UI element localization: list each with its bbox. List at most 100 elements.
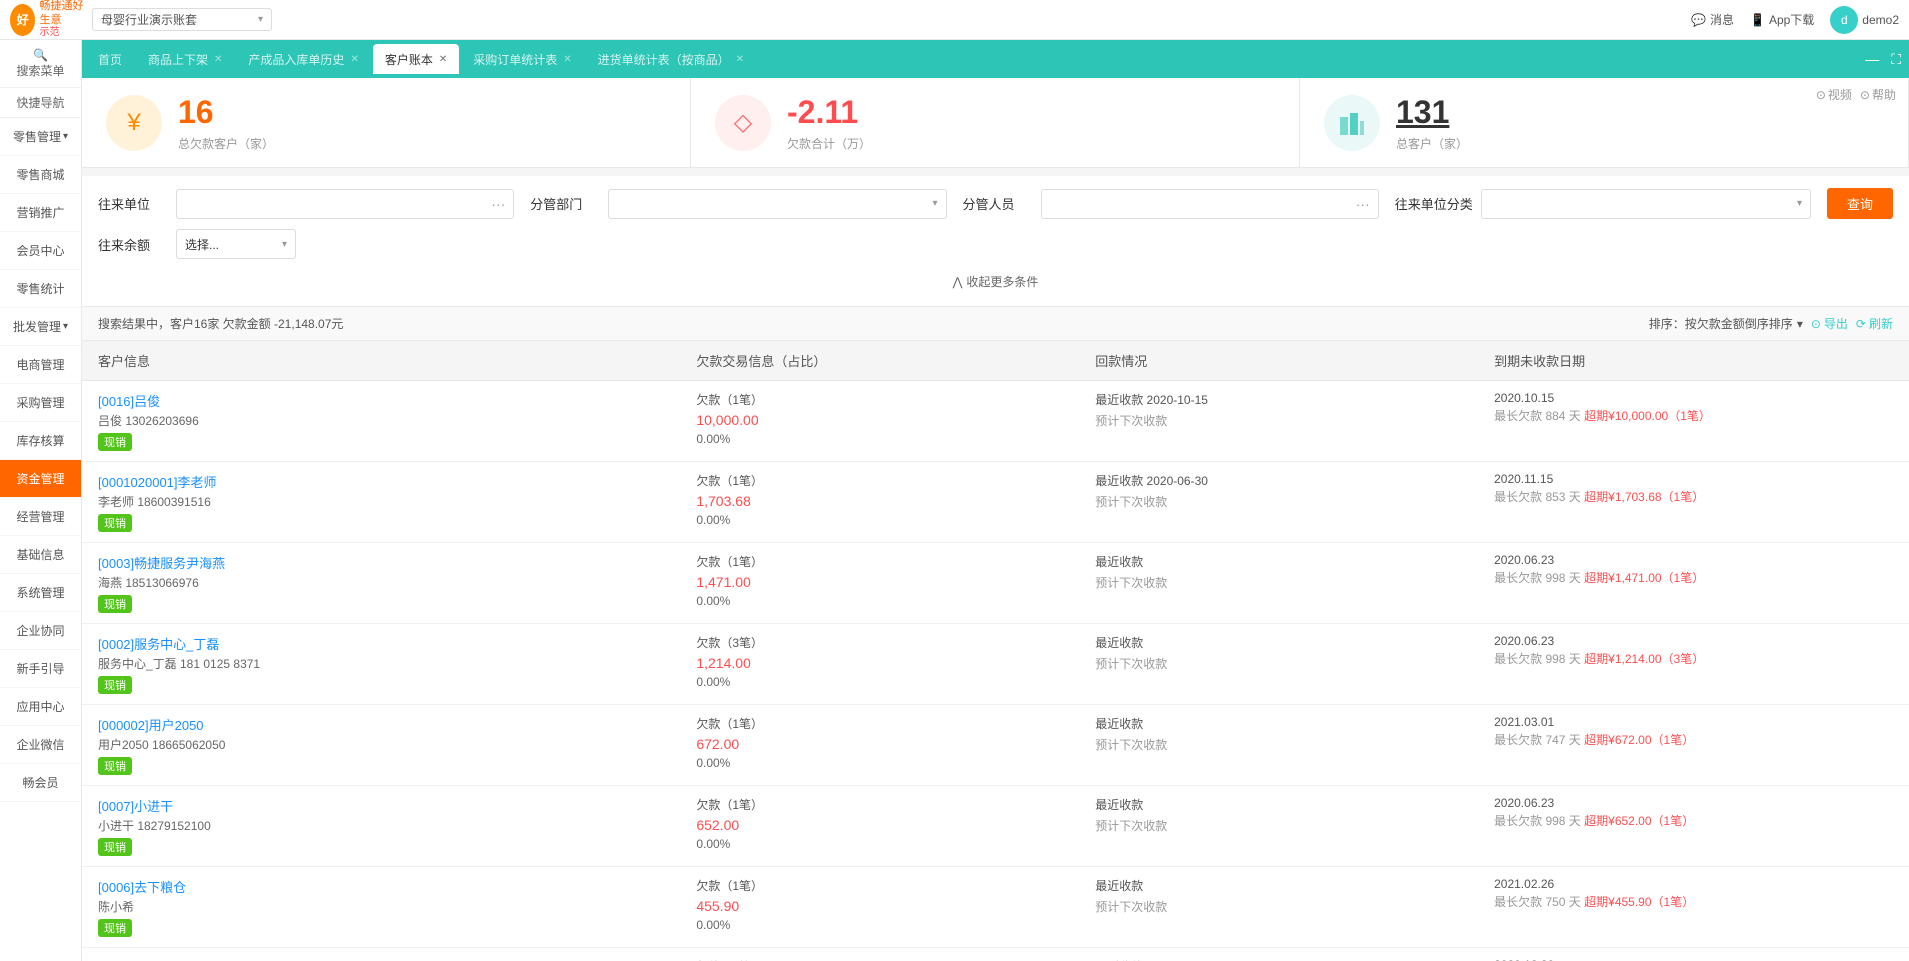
message-button[interactable]: 💬 消息 bbox=[1691, 11, 1734, 28]
sidebar-item-purchase[interactable]: 采购管理 bbox=[0, 384, 81, 422]
help-icon[interactable]: ⊙ 帮助 bbox=[1860, 86, 1896, 103]
filter-row-2: 往来余额 选择... ▾ bbox=[98, 229, 1893, 259]
total-customers-icon bbox=[1324, 95, 1380, 151]
sidebar-item-marketing[interactable]: 营销推广 bbox=[0, 194, 81, 232]
close-icon[interactable]: ✕ bbox=[439, 54, 447, 65]
filter-balance: 往来余额 选择... ▾ bbox=[98, 229, 1893, 259]
sidebar-item-basic-info[interactable]: 基础信息 bbox=[0, 536, 81, 574]
dept-select[interactable]: ▾ bbox=[608, 189, 946, 219]
sidebar-item-wholesale-mgmt[interactable]: 批发管理 ▾ bbox=[0, 308, 81, 346]
close-icon[interactable]: ✕ bbox=[350, 54, 358, 65]
search-button[interactable]: 查询 bbox=[1827, 188, 1893, 219]
balance-label: 往来余额 bbox=[98, 235, 168, 254]
table-row: [000002]用户2050 用户2050 18665062050 现销 欠款（… bbox=[82, 705, 1909, 786]
overdue-amount-link[interactable]: 超期¥652.00（1笔） bbox=[1584, 814, 1694, 828]
company-selector[interactable]: 母婴行业演示账套 ▾ bbox=[92, 8, 272, 31]
overdue-amount-link[interactable]: 超期¥1,471.00（1笔） bbox=[1584, 571, 1704, 585]
customer-name-link[interactable]: [0006]去下粮仓 bbox=[98, 880, 186, 895]
sidebar-item-retail-mall[interactable]: 零售商城 bbox=[0, 156, 81, 194]
stats-section: ¥ 16 总欠款客户（家） ◇ -2.11 欠款合计（万） bbox=[82, 78, 1909, 168]
app-logo: 好 bbox=[10, 4, 35, 36]
from-unit-input[interactable]: ··· bbox=[176, 189, 514, 219]
debt-percent: 0.00% bbox=[696, 432, 1095, 446]
refresh-button[interactable]: ⟳ 刷新 bbox=[1856, 315, 1893, 332]
chevron-down-icon-5: ▾ bbox=[1797, 317, 1803, 331]
tab-customer-account[interactable]: 客户账本 ✕ bbox=[373, 44, 459, 74]
export-button[interactable]: ⊙ 导出 bbox=[1811, 315, 1848, 332]
debt-info-cell: 欠款（1笔） 1,703.68 0.00% bbox=[696, 472, 1095, 527]
tab-product-history[interactable]: 产成品入库单历史 ✕ bbox=[236, 44, 370, 74]
tab-purchase-product-stats[interactable]: 进货单统计表（按商品） ✕ bbox=[586, 44, 756, 74]
customer-name-link[interactable]: [0003]畅捷服务尹海燕 bbox=[98, 556, 225, 571]
filter-section: 往来单位 ··· 分管部门 ▾ 分管人员 bbox=[82, 176, 1909, 307]
customer-name-link[interactable]: [000002]用户2050 bbox=[98, 718, 204, 733]
collapse-button[interactable]: ⋀ 收起更多条件 bbox=[953, 273, 1039, 290]
latest-collection: 最近收款 2020-06-30 bbox=[1095, 472, 1494, 489]
balance-select[interactable]: 选择... ▾ bbox=[176, 229, 296, 259]
video-help-icon[interactable]: ⊙ 视频 bbox=[1816, 86, 1852, 103]
sidebar-item-ecom[interactable]: 电商管理 bbox=[0, 346, 81, 384]
chevron-down-icon-2: ▾ bbox=[63, 321, 68, 332]
filter-row-1: 往来单位 ··· 分管部门 ▾ 分管人员 bbox=[98, 188, 1893, 219]
debt-count: 欠款（1笔） bbox=[696, 796, 1095, 813]
sidebar-search[interactable]: 🔍 搜索菜单 bbox=[0, 40, 81, 88]
sidebar-item-retail-stats[interactable]: 零售统计 bbox=[0, 270, 81, 308]
overdue-amount-link[interactable]: 超期¥1,214.00（3笔） bbox=[1584, 652, 1704, 666]
tab-fullscreen-icon[interactable]: ⛶ bbox=[1887, 49, 1905, 70]
filter-unit-type: 往来单位分类 ▾ bbox=[1395, 189, 1811, 219]
close-icon[interactable]: ✕ bbox=[214, 54, 222, 65]
sidebar-item-operations[interactable]: 经营管理 bbox=[0, 498, 81, 536]
latest-collection: 最近收款 bbox=[1095, 553, 1494, 570]
user-menu[interactable]: d demo2 bbox=[1830, 6, 1899, 34]
refresh-icon: ⟳ bbox=[1856, 317, 1866, 331]
customer-name-link[interactable]: [0016]吕俊 bbox=[98, 394, 160, 409]
stat-card-total-customers: 131 总客户（家） ⊙ 视频 ⊙ 帮助 bbox=[1300, 78, 1909, 167]
sidebar-quick-nav[interactable]: 快捷导航 bbox=[0, 88, 81, 118]
overdue-amount-link[interactable]: 超期¥672.00（1笔） bbox=[1584, 733, 1694, 747]
tab-home[interactable]: 首页 bbox=[86, 44, 134, 74]
latest-collection: 最近收款 2020-10-15 bbox=[1095, 391, 1494, 408]
chevron-down-icon-4: ▾ bbox=[282, 239, 287, 250]
close-icon[interactable]: ✕ bbox=[736, 54, 744, 65]
header-right: 💬 消息 📱 App下载 d demo2 bbox=[1691, 6, 1899, 34]
customer-name-link[interactable]: [0001020001]李老师 bbox=[98, 475, 217, 490]
collection-cell: 最近收款 2020-10-15 预计下次收款 bbox=[1095, 391, 1494, 429]
sort-select[interactable]: 排序：按欠款金额倒序排序 ▾ bbox=[1649, 315, 1803, 332]
latest-collection: 最近收款 bbox=[1095, 796, 1494, 813]
app-download-button[interactable]: 📱 App下载 bbox=[1750, 11, 1814, 28]
customer-info-cell: [0007]小进干 小进干 18279152100 现销 bbox=[98, 796, 696, 856]
sidebar-item-member[interactable]: 会员中心 bbox=[0, 232, 81, 270]
overdue-amount-link[interactable]: 超期¥455.90（1笔） bbox=[1584, 895, 1694, 909]
debt-count: 欠款（1笔） bbox=[696, 877, 1095, 894]
sidebar-item-chang-member[interactable]: 畅会员 bbox=[0, 764, 81, 802]
overdue-amount-link[interactable]: 超期¥1,703.68（1笔） bbox=[1584, 490, 1704, 504]
sidebar-item-retail-mgmt[interactable]: 零售管理 ▾ bbox=[0, 118, 81, 156]
filter-dept: 分管部门 ▾ bbox=[530, 189, 946, 219]
sidebar-item-wechat[interactable]: 企业微信 bbox=[0, 726, 81, 764]
debt-count: 欠款（1笔） bbox=[696, 472, 1095, 489]
sidebar-item-finance[interactable]: 资金管理 bbox=[0, 460, 81, 498]
person-input[interactable]: ··· bbox=[1041, 189, 1379, 219]
next-collection: 预计下次收款 bbox=[1095, 655, 1494, 672]
debt-percent: 0.00% bbox=[696, 594, 1095, 608]
due-date: 2020.06.23 bbox=[1494, 796, 1893, 810]
overdue-amount-link[interactable]: 超期¥10,000.00（1笔） bbox=[1584, 409, 1711, 423]
sidebar-item-guide[interactable]: 新手引导 bbox=[0, 650, 81, 688]
sidebar-item-system[interactable]: 系统管理 bbox=[0, 574, 81, 612]
debt-info-cell: 欠款（1笔） 455.90 0.00% bbox=[696, 877, 1095, 932]
tab-purchase-stats[interactable]: 采购订单统计表 ✕ bbox=[461, 44, 583, 74]
due-date-cell: 2020.06.23 最长欠款 998 天 超期¥1,214.00（3笔） bbox=[1494, 634, 1893, 667]
sidebar-item-enterprise[interactable]: 企业协同 bbox=[0, 612, 81, 650]
debt-info-cell: 欠款（1笔） 672.00 0.00% bbox=[696, 715, 1095, 770]
unit-type-select[interactable]: ▾ bbox=[1481, 189, 1811, 219]
tab-product-listing[interactable]: 商品上下架 ✕ bbox=[136, 44, 234, 74]
tab-minimize-icon[interactable]: — bbox=[1861, 49, 1883, 70]
sidebar-item-inventory[interactable]: 库存核算 bbox=[0, 422, 81, 460]
latest-collection: 最近收款 bbox=[1095, 715, 1494, 732]
stat-card-debt-total: ◇ -2.11 欠款合计（万） bbox=[691, 78, 1300, 167]
customer-name-link[interactable]: [0002]服务中心_丁磊 bbox=[98, 637, 219, 652]
customer-name-link[interactable]: [0007]小进干 bbox=[98, 799, 173, 814]
close-icon[interactable]: ✕ bbox=[563, 54, 571, 65]
sidebar-item-apps[interactable]: 应用中心 bbox=[0, 688, 81, 726]
customer-info-cell: [000002]用户2050 用户2050 18665062050 现销 bbox=[98, 715, 696, 775]
